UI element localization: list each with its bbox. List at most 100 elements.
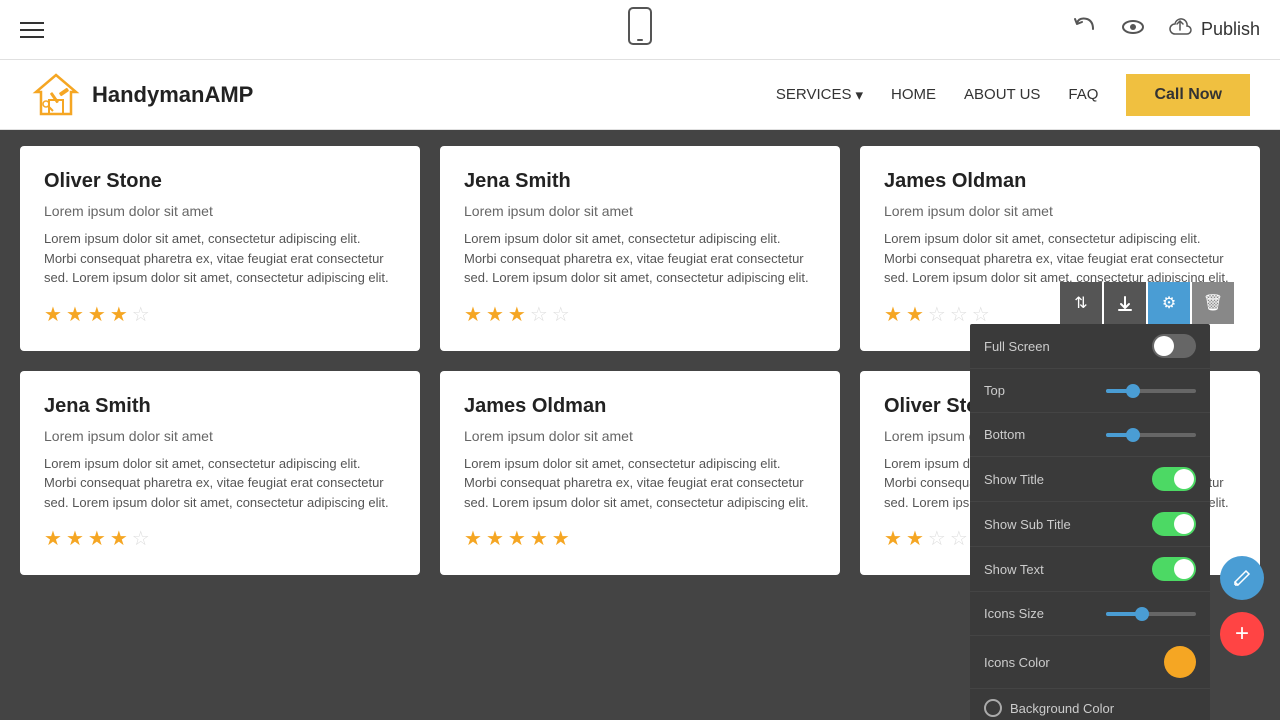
preview-icon[interactable] xyxy=(1119,13,1147,47)
star-2: ★ xyxy=(486,526,504,551)
nav-area: SERVICES ▾ HOME ABOUT US FAQ Call Now xyxy=(776,74,1250,116)
star-2: ★ xyxy=(486,302,504,327)
card-subtitle: Lorem ipsum dolor sit amet xyxy=(884,203,1236,219)
star-5: ☆ xyxy=(132,302,150,327)
star-1: ★ xyxy=(884,526,902,551)
logo-area: HandymanAMP xyxy=(30,69,253,121)
star-2: ★ xyxy=(66,526,84,551)
star-4: ☆ xyxy=(950,302,968,327)
download-button[interactable] xyxy=(1104,282,1146,324)
cloud-icon xyxy=(1167,16,1193,44)
star-1: ★ xyxy=(884,302,902,327)
card-text: Lorem ipsum dolor sit amet, consectetur … xyxy=(44,229,396,288)
card-name: Oliver Stone xyxy=(44,170,396,193)
setting-icons-size: Icons Size xyxy=(970,592,1210,636)
nav-faq[interactable]: FAQ xyxy=(1068,86,1098,103)
delete-button[interactable]: 🗑 xyxy=(1192,282,1234,324)
site-brand-name: HandymanAMP xyxy=(92,82,253,108)
toolbar-center xyxy=(625,7,655,52)
star-2: ★ xyxy=(906,302,924,327)
show-text-label: Show Text xyxy=(984,562,1044,577)
star-3: ★ xyxy=(508,302,526,327)
chevron-down-icon: ▾ xyxy=(855,86,863,104)
bg-color-radio[interactable] xyxy=(984,699,1002,717)
nav-about-us[interactable]: ABOUT US xyxy=(964,86,1040,103)
card-subtitle: Lorem ipsum dolor sit amet xyxy=(44,203,396,219)
full-screen-toggle[interactable] xyxy=(1152,334,1196,358)
star-4: ★ xyxy=(110,302,128,327)
star-4: ☆ xyxy=(950,526,968,551)
review-card: Jena Smith Lorem ipsum dolor sit amet Lo… xyxy=(20,371,420,576)
plus-icon: + xyxy=(1235,620,1249,648)
undo-icon[interactable] xyxy=(1071,13,1099,47)
star-2: ★ xyxy=(906,526,924,551)
phone-device-icon xyxy=(625,7,655,52)
star-1: ★ xyxy=(464,526,482,551)
bottom-label: Bottom xyxy=(984,427,1025,442)
star-3: ★ xyxy=(88,526,106,551)
card-subtitle: Lorem ipsum dolor sit amet xyxy=(44,428,396,444)
add-float-button[interactable]: + xyxy=(1220,612,1264,656)
hamburger-menu[interactable] xyxy=(20,22,44,38)
star-5: ☆ xyxy=(552,302,570,327)
card-name: James Oldman xyxy=(464,395,816,418)
icons-size-slider[interactable] xyxy=(1106,612,1196,616)
star-4: ☆ xyxy=(530,302,548,327)
toolbar-right: Publish xyxy=(1071,13,1260,47)
icons-size-label: Icons Size xyxy=(984,606,1044,621)
review-card: Oliver Stone Lorem ipsum dolor sit amet … xyxy=(20,146,420,351)
main-content: Oliver Stone Lorem ipsum dolor sit amet … xyxy=(0,130,1280,720)
card-subtitle: Lorem ipsum dolor sit amet xyxy=(464,203,816,219)
show-title-toggle[interactable] xyxy=(1152,467,1196,491)
setting-bottom: Bottom xyxy=(970,413,1210,457)
star-4: ★ xyxy=(530,526,548,551)
setting-icons-color: Icons Color xyxy=(970,636,1210,689)
top-slider[interactable] xyxy=(1106,389,1196,393)
show-subtitle-label: Show Sub Title xyxy=(984,517,1071,532)
star-rating: ★★★☆☆ xyxy=(464,302,816,327)
star-3: ★ xyxy=(88,302,106,327)
edit-float-button[interactable] xyxy=(1220,556,1264,600)
star-5: ☆ xyxy=(132,526,150,551)
settings-gear-button[interactable]: ⚙ xyxy=(1148,282,1190,324)
show-title-label: Show Title xyxy=(984,472,1044,487)
publish-button[interactable]: Publish xyxy=(1167,16,1260,44)
card-text: Lorem ipsum dolor sit amet, consectetur … xyxy=(884,229,1236,288)
bottom-slider[interactable] xyxy=(1106,433,1196,437)
setting-show-subtitle: Show Sub Title xyxy=(970,502,1210,547)
star-4: ★ xyxy=(110,526,128,551)
star-rating: ★★★★☆ xyxy=(44,526,396,551)
star-1: ★ xyxy=(44,526,62,551)
icons-color-label: Icons Color xyxy=(984,655,1050,670)
bg-color-label: Background Color xyxy=(1010,701,1114,716)
setting-bg-color[interactable]: Background Color xyxy=(970,689,1210,720)
element-toolbar: ⇅ ⚙ 🗑 xyxy=(1060,282,1234,324)
star-rating: ★★★★☆ xyxy=(44,302,396,327)
setting-show-title: Show Title xyxy=(970,457,1210,502)
site-header: HandymanAMP SERVICES ▾ HOME ABOUT US FAQ… xyxy=(0,60,1280,130)
show-subtitle-toggle[interactable] xyxy=(1152,512,1196,536)
nav-home[interactable]: HOME xyxy=(891,86,936,103)
settings-scroll[interactable]: Full Screen Top Bottom xyxy=(970,324,1210,720)
card-name: Jena Smith xyxy=(464,170,816,193)
toolbar-left xyxy=(20,22,44,38)
star-rating: ★★★★★ xyxy=(464,526,816,551)
settings-panel: Full Screen Top Bottom xyxy=(970,324,1210,720)
card-subtitle: Lorem ipsum dolor sit amet xyxy=(464,428,816,444)
nav-services[interactable]: SERVICES ▾ xyxy=(776,86,863,104)
call-now-button[interactable]: Call Now xyxy=(1126,74,1250,116)
logo-image xyxy=(30,69,82,121)
star-5: ★ xyxy=(552,526,570,551)
star-3: ☆ xyxy=(928,526,946,551)
star-5: ☆ xyxy=(972,302,990,327)
show-text-toggle[interactable] xyxy=(1152,557,1196,581)
full-screen-label: Full Screen xyxy=(984,339,1050,354)
star-1: ★ xyxy=(464,302,482,327)
setting-full-screen: Full Screen xyxy=(970,324,1210,369)
review-card: James Oldman Lorem ipsum dolor sit amet … xyxy=(440,371,840,576)
card-text: Lorem ipsum dolor sit amet, consectetur … xyxy=(464,229,816,288)
setting-top: Top xyxy=(970,369,1210,413)
icons-color-picker[interactable] xyxy=(1164,646,1196,678)
review-card: Jena Smith Lorem ipsum dolor sit amet Lo… xyxy=(440,146,840,351)
sort-button[interactable]: ⇅ xyxy=(1060,282,1102,324)
